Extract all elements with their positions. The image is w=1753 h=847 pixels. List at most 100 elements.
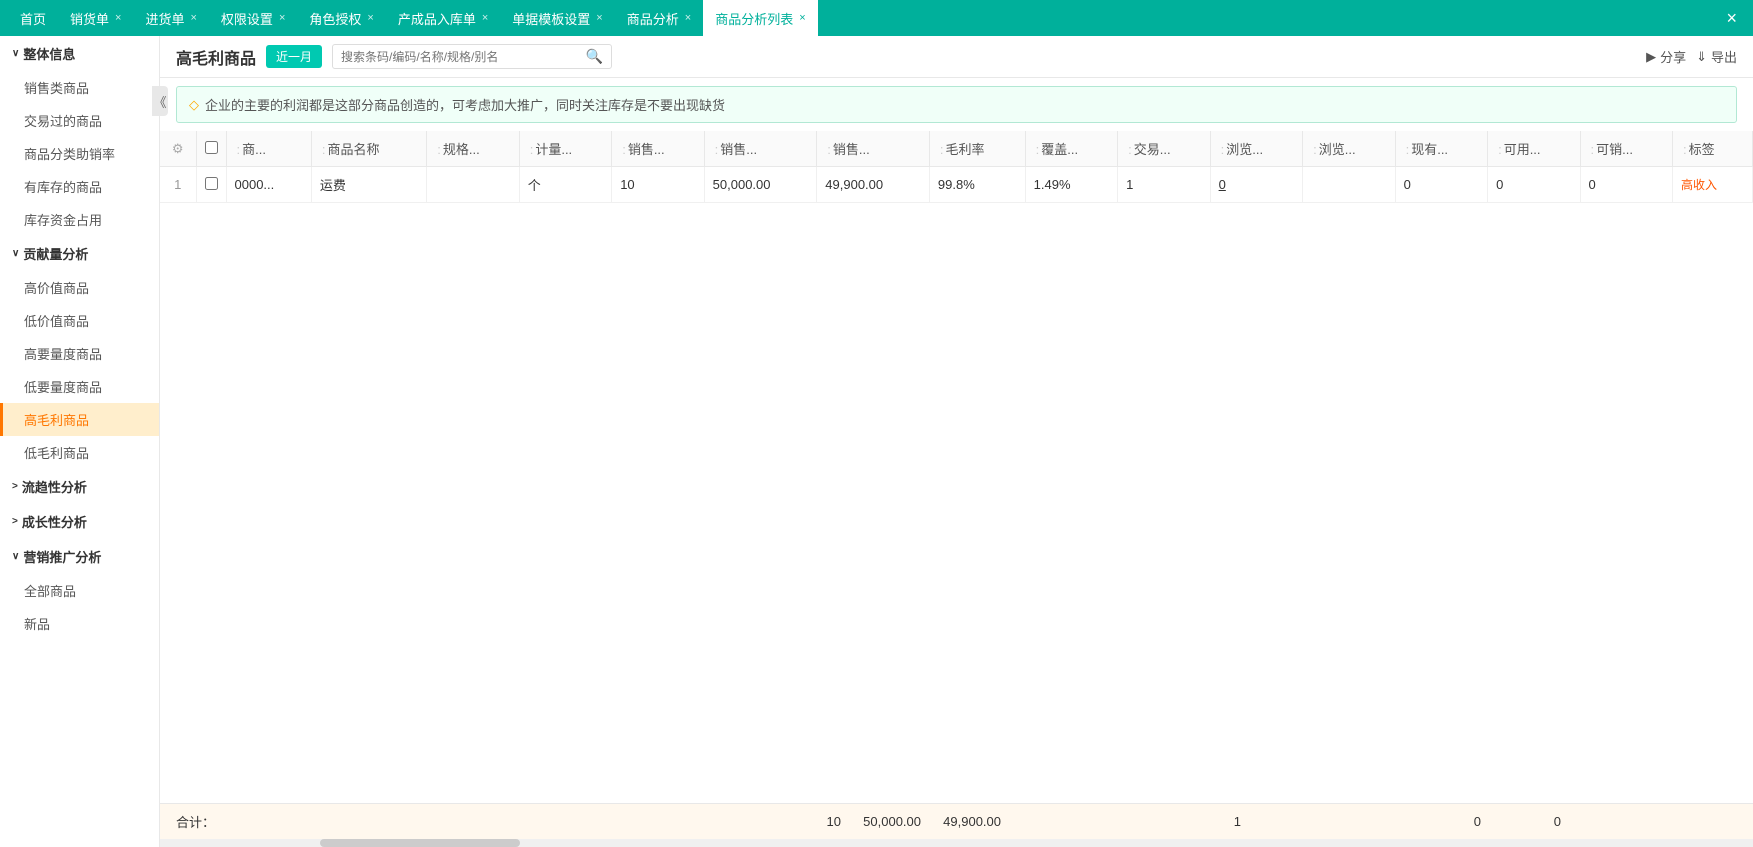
col-resize-icon: : [237,142,241,157]
sidebar-group-成长性分析[interactable]: >成长性分析 [0,504,159,539]
share-button[interactable]: ▶ 分享 [1646,47,1686,66]
row-checkbox[interactable] [205,177,218,190]
col-header-index[interactable]: ⚙ [160,131,196,167]
nav-item-角色授权[interactable]: 角色授权 × [297,0,385,36]
sidebar-item-高要量度商品[interactable]: 高要量度商品 [0,337,159,370]
search-icon[interactable]: 🔍 [586,48,603,65]
export-button[interactable]: ⇓ 导出 [1696,47,1737,66]
sidebar-item-销售类商品[interactable]: 销售类商品 [0,71,159,104]
sidebar-item-交易过的商品[interactable]: 交易过的商品 [0,104,159,137]
views-link[interactable]: 0 [1219,177,1226,192]
select-all-checkbox[interactable] [205,141,218,154]
col-header-salesAmt[interactable]: :销售... [704,131,817,167]
share-label: 分享 [1660,47,1686,66]
col-resize-icon: : [1128,142,1132,157]
info-banner: ◇ 企业的主要的利润都是这部分商品创造的，可考虑加大推广，同时关注库存是不要出现… [176,86,1737,123]
col-header-views1[interactable]: :浏览... [1210,131,1302,167]
col-resize-icon: : [940,142,944,157]
scrollbar-thumb[interactable] [320,839,520,847]
col-header-available[interactable]: :可用... [1488,131,1580,167]
horizontal-scrollbar[interactable] [160,839,1753,847]
col-header-views2[interactable]: :浏览... [1303,131,1395,167]
col-header-salesQty[interactable]: :销售... [612,131,704,167]
sidebar-item-高价值商品[interactable]: 高价值商品 [0,271,159,304]
cell-available: 0 [1488,167,1580,203]
footer-sales-cost: 49,900.00 [937,814,1017,829]
sidebar-group-贡献量分析[interactable]: ∨贡献量分析 [0,236,159,271]
sidebar-item-全部商品[interactable]: 全部商品 [0,574,159,607]
col-header-tag[interactable]: :标签 [1673,131,1753,167]
col-header-salesCost[interactable]: :销售... [817,131,930,167]
cell-salesQty: 10 [612,167,704,203]
close-all-tabs[interactable]: × [1718,8,1745,29]
col-resize-icon: : [1406,142,1410,157]
sidebar-group-营销推广分析[interactable]: ∨营销推广分析 [0,539,159,574]
cell-views1[interactable]: 0 [1210,167,1302,203]
nav-close-icon[interactable]: × [190,12,196,24]
col-header-name[interactable]: :商品名称 [311,131,426,167]
group-arrow-icon: ∨ [12,551,19,562]
nav-item-商品分析[interactable]: 商品分析 × [615,0,703,36]
nav-item-首页[interactable]: 首页 [8,0,58,36]
tag-badge: 高收入 [1681,178,1717,192]
nav-item-单据模板设置[interactable]: 单据模板设置 × [500,0,614,36]
col-resize-icon: : [1498,142,1502,157]
col-header-txnQty[interactable]: :交易... [1118,131,1210,167]
sidebar-item-低毛利商品[interactable]: 低毛利商品 [0,436,159,469]
cell-checkbox [196,167,226,203]
footer-label: 合计： [176,812,215,831]
nav-item-进货单[interactable]: 进货单 × [133,0,208,36]
sidebar-item-低价值商品[interactable]: 低价值商品 [0,304,159,337]
footer-txn-qty: 1 [1177,814,1257,829]
nav-close-icon[interactable]: × [279,12,285,24]
page-title: 高毛利商品 [176,45,256,69]
nav-item-商品分析列表[interactable]: 商品分析列表 × [703,0,817,36]
period-button[interactable]: 近一月 [266,45,322,68]
export-icon: ⇓ [1696,49,1707,65]
cell-code[interactable]: 0000... [226,167,311,203]
share-icon: ▶ [1646,49,1656,65]
sidebar-group-流趋性分析[interactable]: >流趋性分析 [0,469,159,504]
settings-icon[interactable]: ⚙ [172,141,184,156]
nav-close-icon[interactable]: × [799,12,805,24]
sidebar-item-低要量度商品[interactable]: 低要量度商品 [0,370,159,403]
col-header-spec[interactable]: :规格... [427,131,519,167]
table-row: 10000...运费个1050,000.0049,900.0099.8%1.49… [160,167,1753,203]
cell-stock: 0 [1395,167,1487,203]
col-resize-icon: : [322,142,326,157]
sidebar-item-有库存的商品[interactable]: 有库存的商品 [0,170,159,203]
footer-available: 0 [1497,814,1577,829]
sidebar-item-高毛利商品[interactable]: 高毛利商品 [0,403,159,436]
col-header-grossRate[interactable]: :毛利率 [929,131,1025,167]
top-navigation: 首页销货单 ×进货单 ×权限设置 ×角色授权 ×产成品入库单 ×单据模板设置 ×… [0,0,1753,36]
col-header-coverRate[interactable]: :覆盖... [1025,131,1117,167]
col-header-saleable[interactable]: :可销... [1580,131,1672,167]
col-header-stock[interactable]: :现有... [1395,131,1487,167]
sidebar-item-商品分类助销率[interactable]: 商品分类助销率 [0,137,159,170]
search-box: 🔍 [332,44,612,69]
nav-close-icon[interactable]: × [596,12,602,24]
search-input[interactable] [341,50,586,64]
group-arrow-icon: ∨ [12,248,19,259]
col-resize-icon: : [1591,142,1595,157]
sidebar-item-库存资金占用[interactable]: 库存资金占用 [0,203,159,236]
nav-close-icon[interactable]: × [685,12,691,24]
cell-index: 1 [160,167,196,203]
sidebar-group-整体信息[interactable]: ∨整体信息 [0,36,159,71]
nav-item-权限设置[interactable]: 权限设置 × [209,0,297,36]
cell-salesAmt: 50,000.00 [704,167,817,203]
nav-close-icon[interactable]: × [115,12,121,24]
col-header-code[interactable]: :商... [226,131,311,167]
sidebar: ∨整体信息销售类商品交易过的商品商品分类助销率有库存的商品库存资金占用∨贡献量分… [0,36,160,847]
nav-item-销货单[interactable]: 销货单 × [58,0,133,36]
col-header-checkbox[interactable] [196,131,226,167]
col-resize-icon: : [715,142,719,157]
nav-close-icon[interactable]: × [367,12,373,24]
col-header-unit[interactable]: :计量... [519,131,611,167]
nav-item-产成品入库单[interactable]: 产成品入库单 × [386,0,500,36]
nav-close-icon[interactable]: × [482,12,488,24]
sidebar-item-新品[interactable]: 新品 [0,607,159,640]
sidebar-collapse-button[interactable]: 《 [152,86,168,116]
cell-name[interactable]: 运费 [311,167,426,203]
col-resize-icon: : [1036,142,1040,157]
